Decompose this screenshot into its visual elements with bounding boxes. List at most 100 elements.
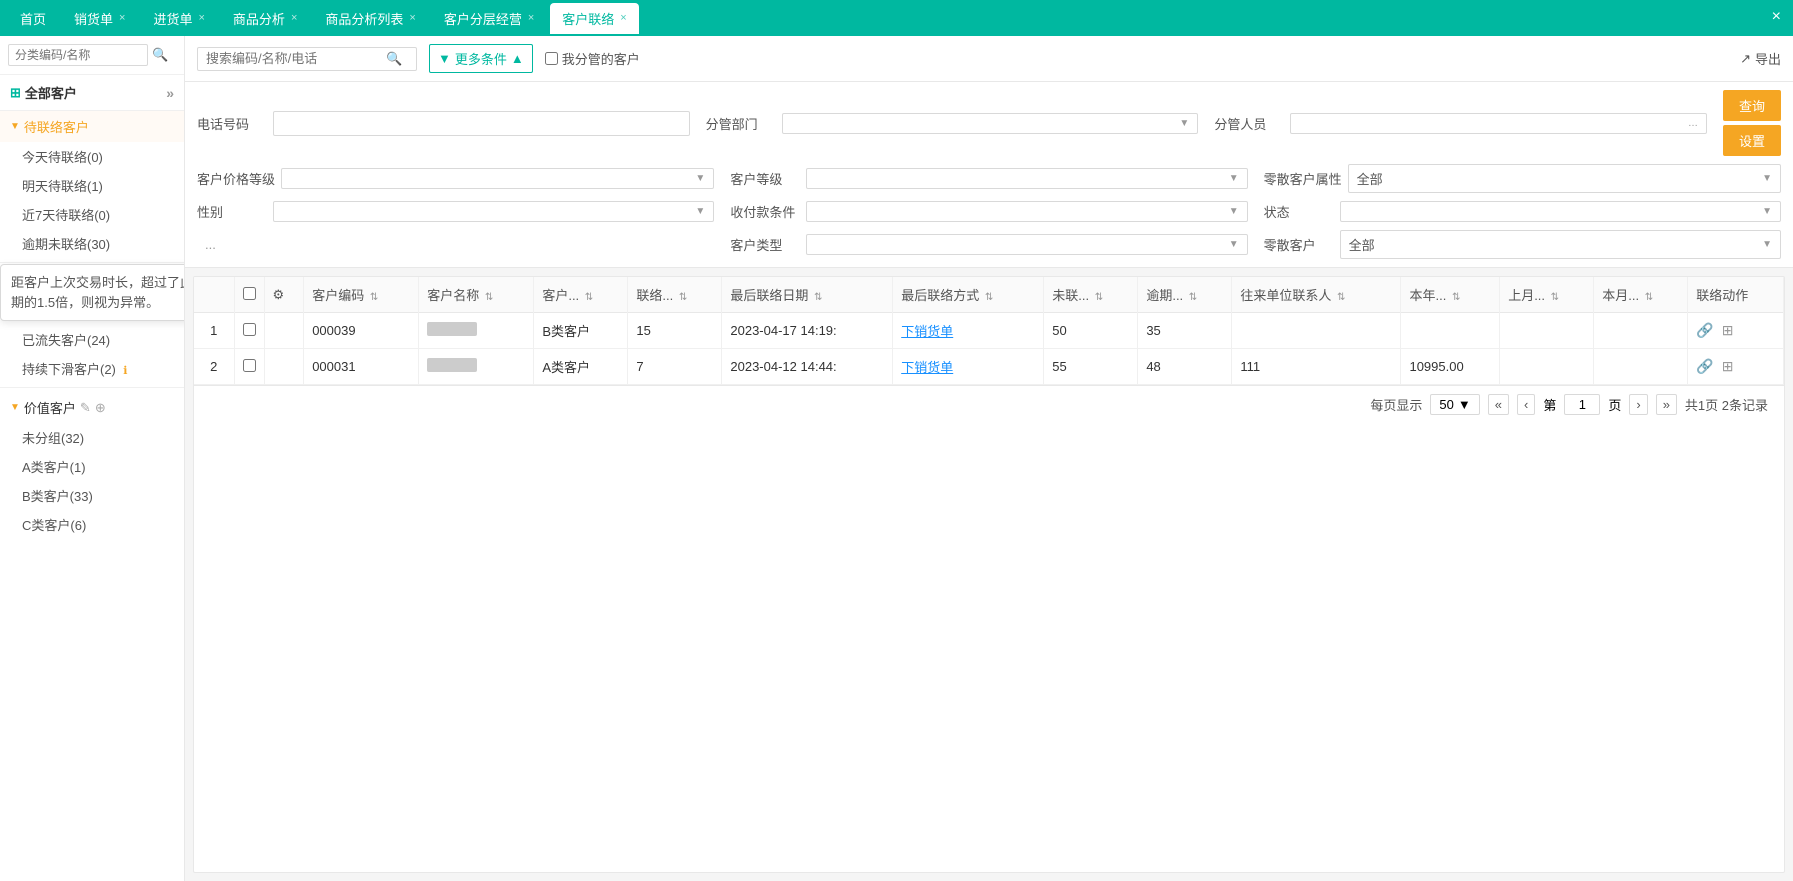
search-input[interactable]	[206, 51, 386, 66]
action-buttons: 查询 设置	[1723, 90, 1781, 156]
my-customers-checkbox[interactable]	[545, 52, 558, 65]
nav-tab-product-analysis[interactable]: 商品分析 ×	[221, 3, 309, 34]
page-suffix: 页	[1608, 395, 1621, 414]
method-link-1[interactable]: 下销货单	[901, 324, 953, 339]
sidebar-search-input[interactable]	[8, 44, 148, 66]
sort-cat-icon[interactable]: ⇅	[585, 292, 593, 303]
filter-dots[interactable]: ...	[205, 237, 216, 252]
first-page-button[interactable]: «	[1488, 394, 1509, 415]
sidebar-item-overdue[interactable]: 逾期未联络(30)	[0, 229, 184, 258]
sort-method-icon[interactable]: ⇅	[985, 292, 993, 303]
sort-code-icon[interactable]: ⇅	[370, 292, 378, 303]
settings-button[interactable]: 设置	[1723, 125, 1781, 156]
close-customer-contact-tab-icon[interactable]: ×	[620, 12, 626, 24]
page-input[interactable]	[1564, 394, 1600, 415]
close-product-list-tab-icon[interactable]: ×	[409, 12, 415, 24]
per-page-select[interactable]: 50 ▼	[1430, 394, 1479, 415]
customer-type-arrow-icon: ▼	[1229, 239, 1239, 250]
customer-type-select[interactable]: ▼	[806, 234, 1247, 255]
payment-field: 收付款条件 ▼	[730, 201, 1247, 222]
close-purchase-tab-icon[interactable]: ×	[198, 12, 204, 24]
sidebar-item-7days[interactable]: 近7天待联络(0)	[0, 200, 184, 229]
sort-tmonth-icon[interactable]: ⇅	[1645, 292, 1653, 303]
price-level-select[interactable]: ▼	[281, 168, 714, 189]
this-month-cell	[1594, 313, 1688, 349]
sort-unit-icon[interactable]: ⇅	[1337, 292, 1345, 303]
nav-tab-purchase[interactable]: 进货单 ×	[141, 3, 216, 34]
col-this-month: 本月... ⇅	[1594, 277, 1688, 313]
gender-select[interactable]: ▼	[273, 201, 714, 222]
sidebar-item-today[interactable]: 今天待联络(0)	[0, 142, 184, 171]
nav-tab-sales[interactable]: 销货单 ×	[62, 3, 137, 34]
row2-checkbox[interactable]	[243, 359, 256, 372]
sidebar-item-declining[interactable]: 持续下滑客户(2) ℹ	[0, 354, 184, 383]
last-page-button[interactable]: »	[1656, 394, 1677, 415]
nav-tab-home[interactable]: 首页	[8, 3, 58, 34]
dept-select[interactable]: ▼	[782, 113, 1199, 134]
link-icon-row2[interactable]: 🔗	[1696, 358, 1713, 375]
grid-icon: ⊞	[10, 85, 21, 101]
nav-tab-customer-tier[interactable]: 客户分层经营 ×	[432, 3, 546, 34]
sort-overdue-icon[interactable]: ⇅	[1189, 292, 1197, 303]
actions-cell: 🔗 ⊞	[1688, 313, 1784, 349]
status-field: 状态 ▼	[1264, 201, 1781, 222]
edit-icon[interactable]: ✎	[80, 400, 91, 416]
add-icon[interactable]: ⊕	[95, 400, 106, 416]
retail-customer-field: 零散客户 全部 ▼	[1264, 230, 1781, 259]
col-last-date: 最后联络日期 ⇅	[722, 277, 893, 313]
sort-year-icon[interactable]: ⇅	[1452, 292, 1460, 303]
customer-level-select[interactable]: ▼	[806, 168, 1247, 189]
close-product-analysis-tab-icon[interactable]: ×	[291, 12, 297, 24]
sidebar-item-ungroup[interactable]: 未分组(32)	[0, 423, 184, 452]
sidebar-item-class-b[interactable]: B类客户(33)	[0, 481, 184, 510]
pending-contact-group[interactable]: ▼ 待联络客户	[0, 111, 184, 142]
sort-lmonth-icon[interactable]: ⇅	[1551, 292, 1559, 303]
retail-attr-select[interactable]: 全部 ▼	[1348, 164, 1781, 193]
sidebar-item-lost[interactable]: 已流失客户(24)	[0, 325, 184, 354]
export-button[interactable]: ↗ 导出	[1740, 49, 1781, 68]
sort-date-icon[interactable]: ⇅	[814, 292, 822, 303]
last-month-cell	[1500, 349, 1594, 385]
phone-field: 电话号码	[197, 111, 690, 136]
status-select[interactable]: ▼	[1340, 201, 1781, 222]
sidebar-item-class-c[interactable]: C类客户(6)	[0, 510, 184, 539]
more-conditions-button[interactable]: ▼ 更多条件 ▲	[429, 44, 533, 73]
phone-input[interactable]	[273, 111, 690, 136]
value-customer-group[interactable]: ▼ 价值客户 ✎ ⊕	[0, 392, 184, 423]
retail-customer-select[interactable]: 全部 ▼	[1340, 230, 1781, 259]
sidebar-item-tomorrow[interactable]: 明天待联络(1)	[0, 171, 184, 200]
grid-icon-row1[interactable]: ⊞	[1722, 322, 1734, 339]
my-customers-checkbox-area[interactable]: 我分管的客户	[545, 49, 640, 68]
sidebar-collapse-button[interactable]: »	[166, 85, 174, 101]
nav-tab-customer-contact[interactable]: 客户联络 ×	[550, 3, 638, 34]
nav-tab-product-list[interactable]: 商品分析列表 ×	[313, 3, 427, 34]
manager-select[interactable]: …	[1290, 113, 1707, 134]
gender-arrow-icon: ▼	[695, 206, 705, 217]
table-settings-icon[interactable]: ⚙	[273, 287, 285, 302]
sidebar-search-icon[interactable]: 🔍	[152, 47, 168, 63]
per-page-label: 每页显示	[1370, 395, 1422, 414]
row1-checkbox[interactable]	[243, 323, 256, 336]
sort-uncontacted-icon[interactable]: ⇅	[1095, 292, 1103, 303]
query-button[interactable]: 查询	[1723, 90, 1781, 121]
payment-select[interactable]: ▼	[806, 201, 1247, 222]
search-icon[interactable]: 🔍	[386, 51, 402, 67]
unit-contacts-cell: 111	[1232, 349, 1401, 385]
arrow-down-icon: ▼	[10, 121, 20, 132]
method-link-2[interactable]: 下销货单	[901, 360, 953, 375]
close-customer-tier-tab-icon[interactable]: ×	[528, 12, 534, 24]
col-name: 客户名称 ⇅	[419, 277, 534, 313]
col-settings[interactable]: ⚙	[264, 277, 304, 313]
sort-name-icon[interactable]: ⇅	[485, 292, 493, 303]
next-page-button[interactable]: ›	[1629, 394, 1647, 415]
select-all-checkbox[interactable]	[243, 287, 256, 300]
close-sales-tab-icon[interactable]: ×	[119, 12, 125, 24]
window-close-button[interactable]: ×	[1772, 8, 1781, 26]
status-label: 状态	[1264, 202, 1334, 221]
link-icon-row1[interactable]: 🔗	[1696, 322, 1713, 339]
sort-contacts-icon[interactable]: ⇅	[679, 292, 687, 303]
sidebar-item-class-a[interactable]: A类客户(1)	[0, 452, 184, 481]
prev-page-button[interactable]: ‹	[1517, 394, 1535, 415]
col-uncontacted: 未联... ⇅	[1044, 277, 1138, 313]
grid-icon-row2[interactable]: ⊞	[1722, 358, 1734, 375]
